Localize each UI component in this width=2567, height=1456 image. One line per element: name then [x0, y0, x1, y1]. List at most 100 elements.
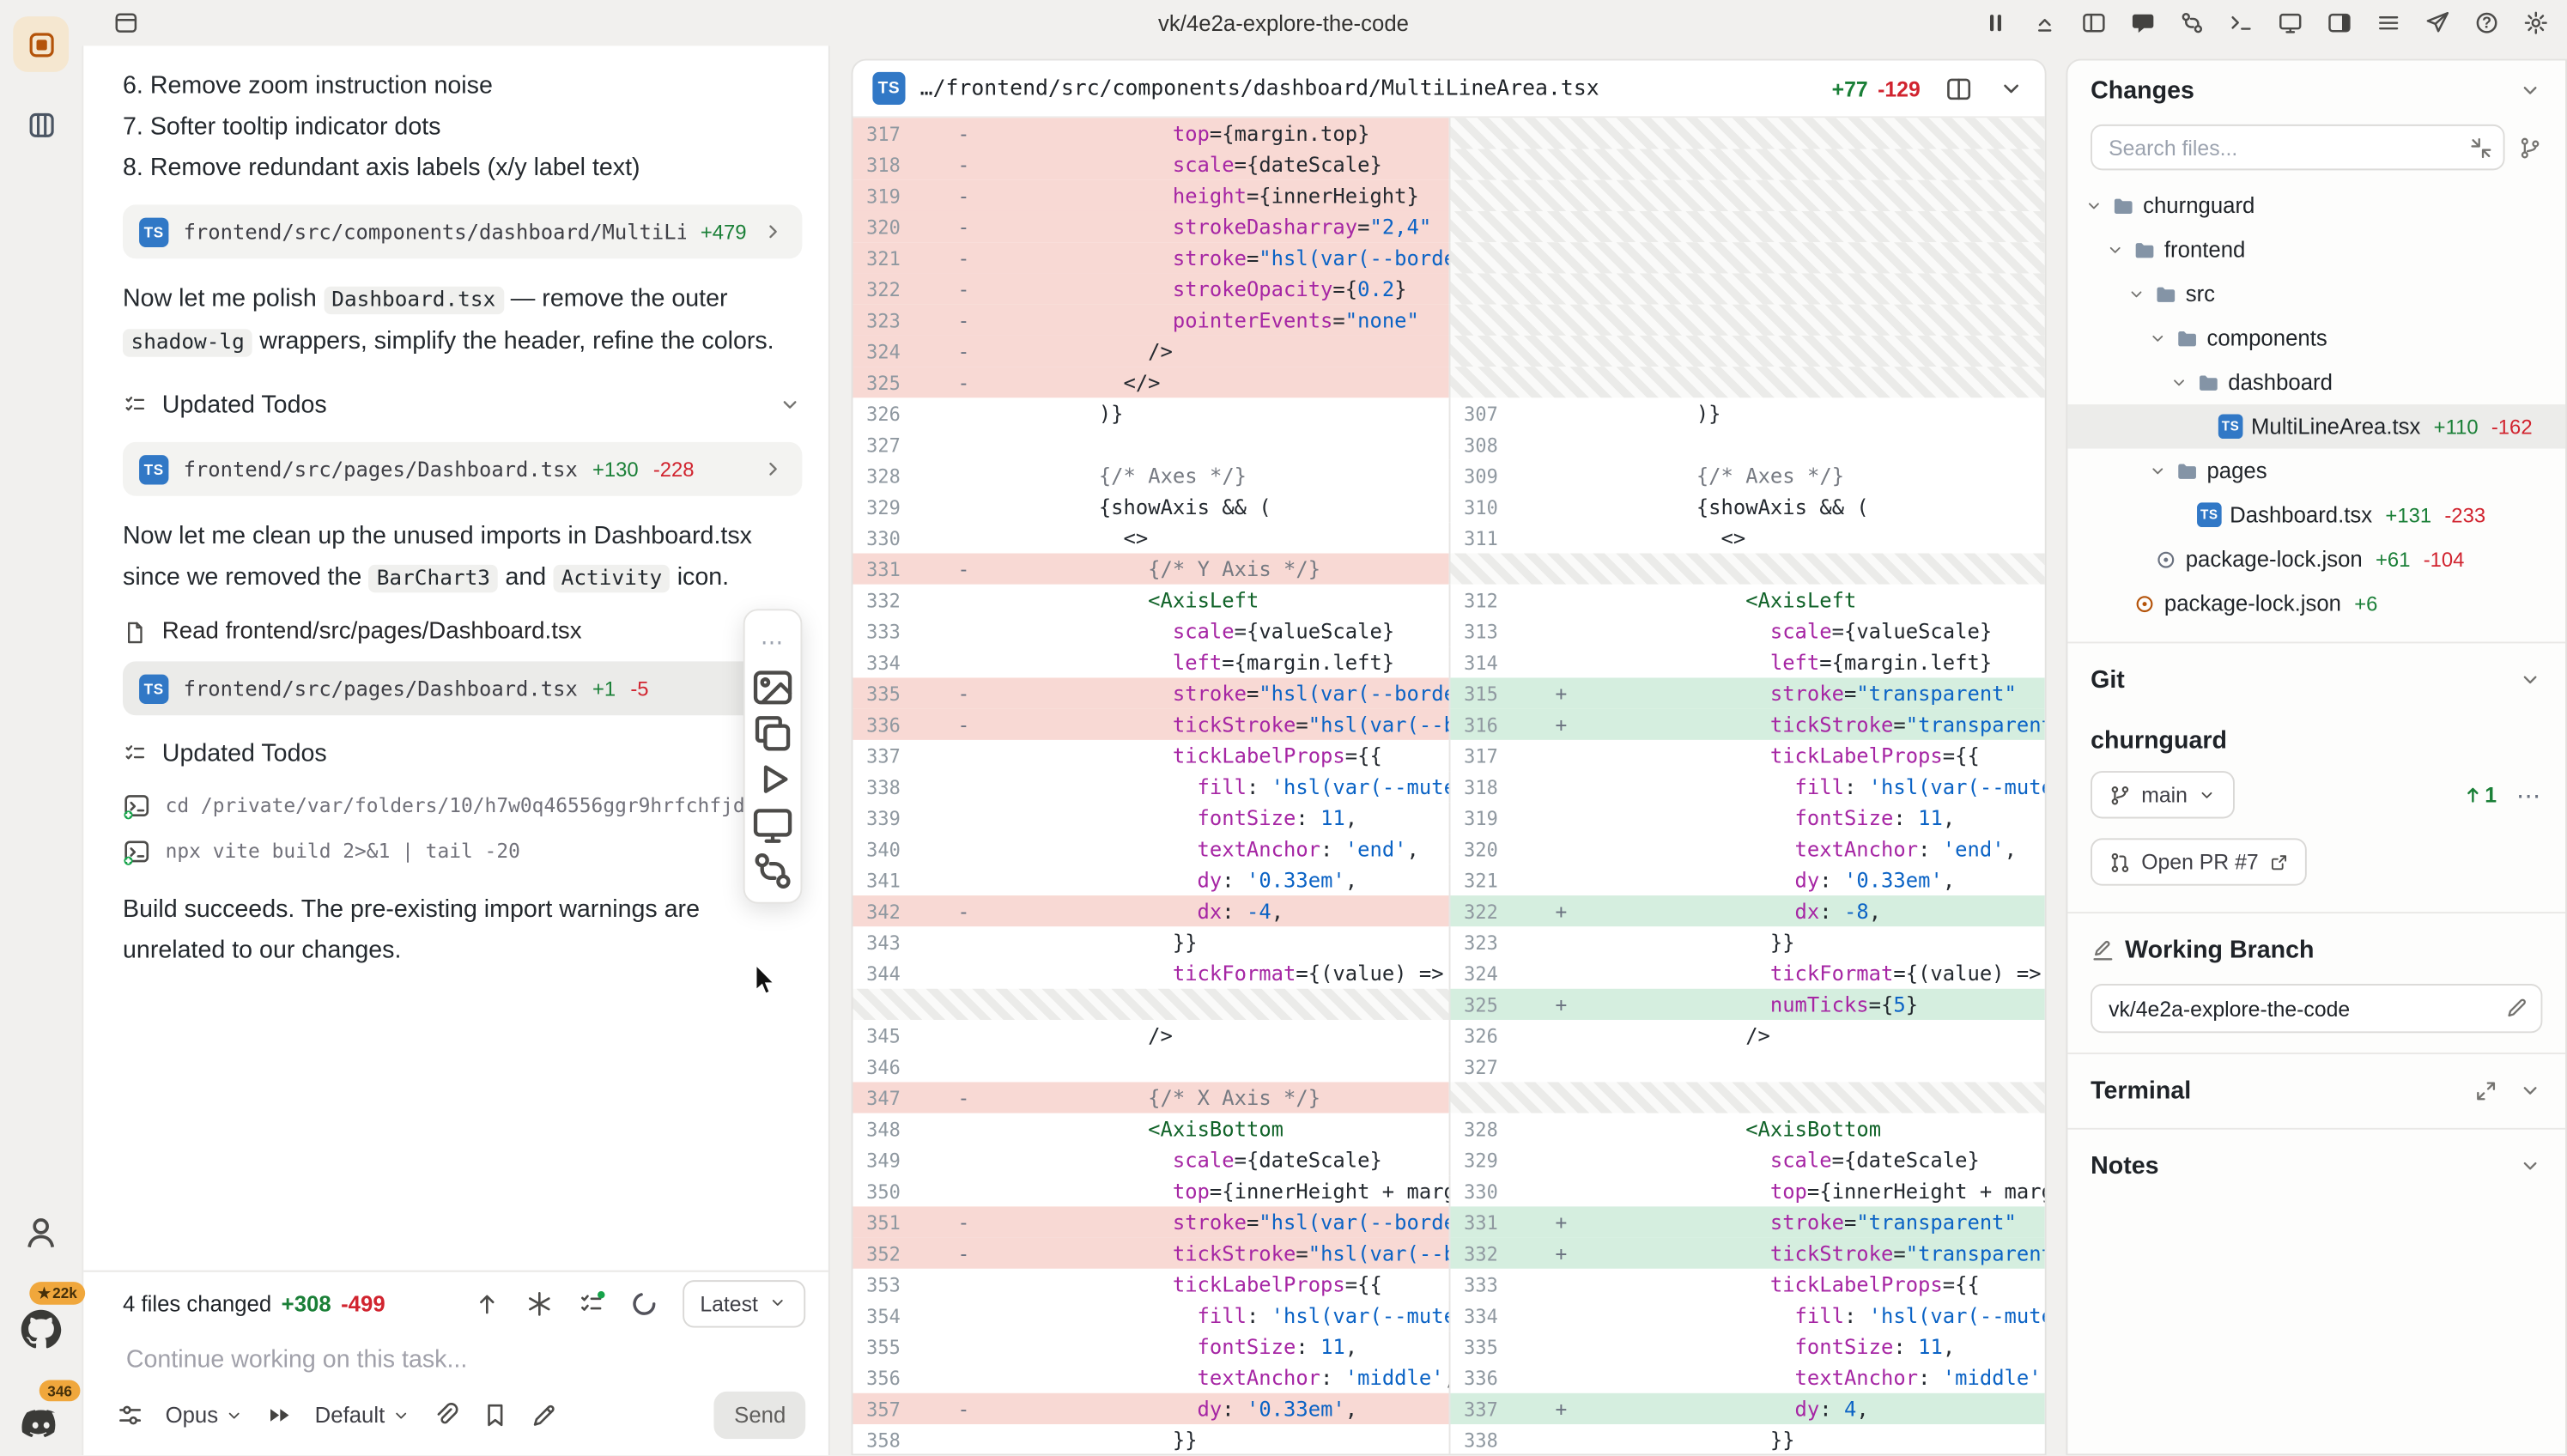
terminal-command-row[interactable]: npx vite build 2>&1 | tail -20 [123, 834, 802, 870]
account-icon[interactable] [20, 1211, 63, 1254]
terminal-section-header[interactable]: Terminal [2067, 1061, 2565, 1122]
tree-file-Dashboard.tsx[interactable]: TSDashboard.tsx+131-233 [2067, 493, 2565, 537]
line-number: 320 [1451, 837, 1510, 860]
todo-progress-icon[interactable] [577, 1289, 604, 1317]
sliders-icon[interactable] [116, 1402, 143, 1429]
notes-section-header[interactable]: Notes [2067, 1136, 2565, 1197]
compare-icon[interactable] [745, 848, 801, 894]
code-token: : [1320, 1365, 1345, 1390]
tree-folder-churnguard[interactable]: churnguard [2067, 184, 2565, 228]
changes-section-header[interactable]: Changes [2067, 61, 2565, 122]
chat-bubble-icon[interactable] [2128, 9, 2157, 38]
collapse-file-icon[interactable] [1997, 75, 2024, 102]
change-marker: - [912, 153, 1000, 176]
updated-todos-row[interactable]: Updated Todos [123, 383, 802, 426]
updated-todos-row[interactable]: Updated Todos [123, 731, 802, 774]
file-diff-chip[interactable]: TSfrontend/src/pages/Dashboard.tsx+130-2… [123, 442, 802, 496]
file-diff-chip[interactable]: TSfrontend/src/components/dashboard/Mult… [123, 204, 802, 258]
line-number: 331 [853, 557, 912, 580]
tree-folder-src[interactable]: src [2067, 272, 2565, 316]
send-button[interactable]: Send [714, 1392, 805, 1440]
code-line: fill: 'hsl(var(--muted-foreground))', [1598, 774, 2045, 799]
tree-file-MultiLineArea.tsx[interactable]: TSMultiLineArea.tsx+110-162 [2067, 404, 2565, 448]
copy-icon[interactable] [745, 711, 801, 756]
git-branch-icon [2109, 783, 2132, 806]
monitor-icon[interactable] [2276, 9, 2305, 38]
diff-body[interactable]: 317-top={margin.top}318-scale={dateScale… [853, 118, 2044, 1455]
terminal-icon[interactable] [2226, 9, 2255, 38]
code-token: : [1819, 1397, 1844, 1422]
model-dropdown[interactable]: Opus [166, 1404, 245, 1429]
edit-branch-icon [2091, 938, 2115, 963]
help-icon[interactable]: ? [2472, 9, 2501, 38]
chevron-down-icon[interactable] [2518, 79, 2543, 104]
tree-file-package-lock.json[interactable]: package-lock.json+61-104 [2067, 537, 2565, 580]
diff-left-cell: 355fontSize: 11, [853, 1331, 1448, 1362]
board-columns-icon[interactable] [13, 97, 69, 153]
chat-scroll[interactable]: 6. Remove zoom instruction noise7. Softe… [83, 46, 828, 1271]
bookmark-icon[interactable] [482, 1402, 509, 1429]
terminal-command-row[interactable]: cd /private/var/folders/10/h7w0q46556ggr… [123, 787, 802, 823]
fast-forward-icon[interactable] [265, 1402, 293, 1429]
more-options-icon[interactable]: ⋯ [745, 619, 801, 664]
open-pr-button[interactable]: Open PR #7 [2091, 838, 2306, 885]
added-count: +479 [701, 220, 747, 243]
panel-left-icon[interactable] [2079, 9, 2109, 38]
scroll-up-icon[interactable] [472, 1289, 500, 1317]
tool-read-row[interactable]: Read frontend/src/pages/Dashboard.tsx [123, 619, 802, 646]
chevron-down-icon[interactable] [2518, 668, 2543, 693]
settings-gear-icon[interactable] [2521, 9, 2551, 38]
code-token: left [1770, 650, 1819, 675]
tree-folder-frontend[interactable]: frontend [2067, 228, 2565, 271]
tree-folder-pages[interactable]: pages [2067, 448, 2565, 492]
spark-icon[interactable] [525, 1289, 552, 1317]
git-compare-icon[interactable] [2177, 9, 2206, 38]
change-marker: - [912, 1086, 1000, 1109]
collapse-diagonal-icon[interactable] [2469, 135, 2494, 160]
code-token: }} [1173, 1428, 1198, 1453]
monitor-icon[interactable] [745, 802, 801, 847]
run-icon[interactable] [745, 756, 801, 802]
pause-icon[interactable] [1981, 9, 2010, 38]
pencil-icon[interactable] [2505, 995, 2530, 1020]
assistant-paragraph: Now let me clean up the unused imports i… [123, 516, 802, 599]
ts-file-icon: TS [2197, 502, 2222, 527]
chevron-down-icon[interactable] [2518, 1154, 2543, 1179]
tree-file-package-lock.json[interactable]: package-lock.json+6 [2067, 581, 2565, 625]
code-token: 5 [1893, 992, 1905, 1017]
screenshot-icon[interactable] [745, 664, 801, 710]
code-line: dy: '0.33em', [1000, 1397, 1448, 1422]
tree-branch-view-icon[interactable] [2518, 135, 2543, 160]
tree-folder-components[interactable]: components [2067, 316, 2565, 360]
file-diff-chip[interactable]: TSfrontend/src/pages/Dashboard.tsx+1-5 [123, 661, 802, 715]
file-name: src [2186, 282, 2215, 306]
git-more-icon[interactable]: ⋯ [2516, 780, 2543, 810]
menu-icon[interactable] [2374, 9, 2403, 38]
tabs-icon[interactable] [112, 9, 141, 38]
mode-dropdown[interactable]: Default [315, 1404, 411, 1429]
github-icon[interactable] [20, 1308, 63, 1351]
diff-view-toggle-icon[interactable] [1945, 75, 1972, 102]
collapse-panel-icon[interactable] [2030, 9, 2060, 38]
share-icon[interactable] [2423, 9, 2452, 38]
attach-icon[interactable] [433, 1402, 460, 1429]
code-line: stroke="hsl(var(--border))" [1000, 1210, 1448, 1235]
working-branch-header: Working Branch [2067, 920, 2565, 981]
expand-icon[interactable] [2473, 1079, 2498, 1104]
workspace-icon[interactable] [13, 16, 69, 72]
latest-dropdown[interactable]: Latest [682, 1280, 805, 1327]
pen-icon[interactable] [531, 1402, 558, 1429]
discord-icon[interactable] [20, 1403, 63, 1446]
change-marker: + [1509, 1398, 1598, 1421]
total-added: +308 [282, 1291, 331, 1316]
chevron-down-icon[interactable] [2518, 1079, 2543, 1104]
branch-selector[interactable]: main [2091, 771, 2235, 818]
chat-input[interactable] [123, 1344, 809, 1375]
tree-folder-dashboard[interactable]: dashboard [2067, 361, 2565, 404]
working-branch-input[interactable] [2091, 984, 2542, 1033]
discord-count: 346 [47, 1382, 72, 1398]
panel-right-icon[interactable] [2325, 9, 2354, 38]
search-files-input[interactable] [2091, 124, 2504, 170]
git-section-header[interactable]: Git [2067, 650, 2565, 711]
ahead-count[interactable]: 1 [2462, 782, 2497, 807]
